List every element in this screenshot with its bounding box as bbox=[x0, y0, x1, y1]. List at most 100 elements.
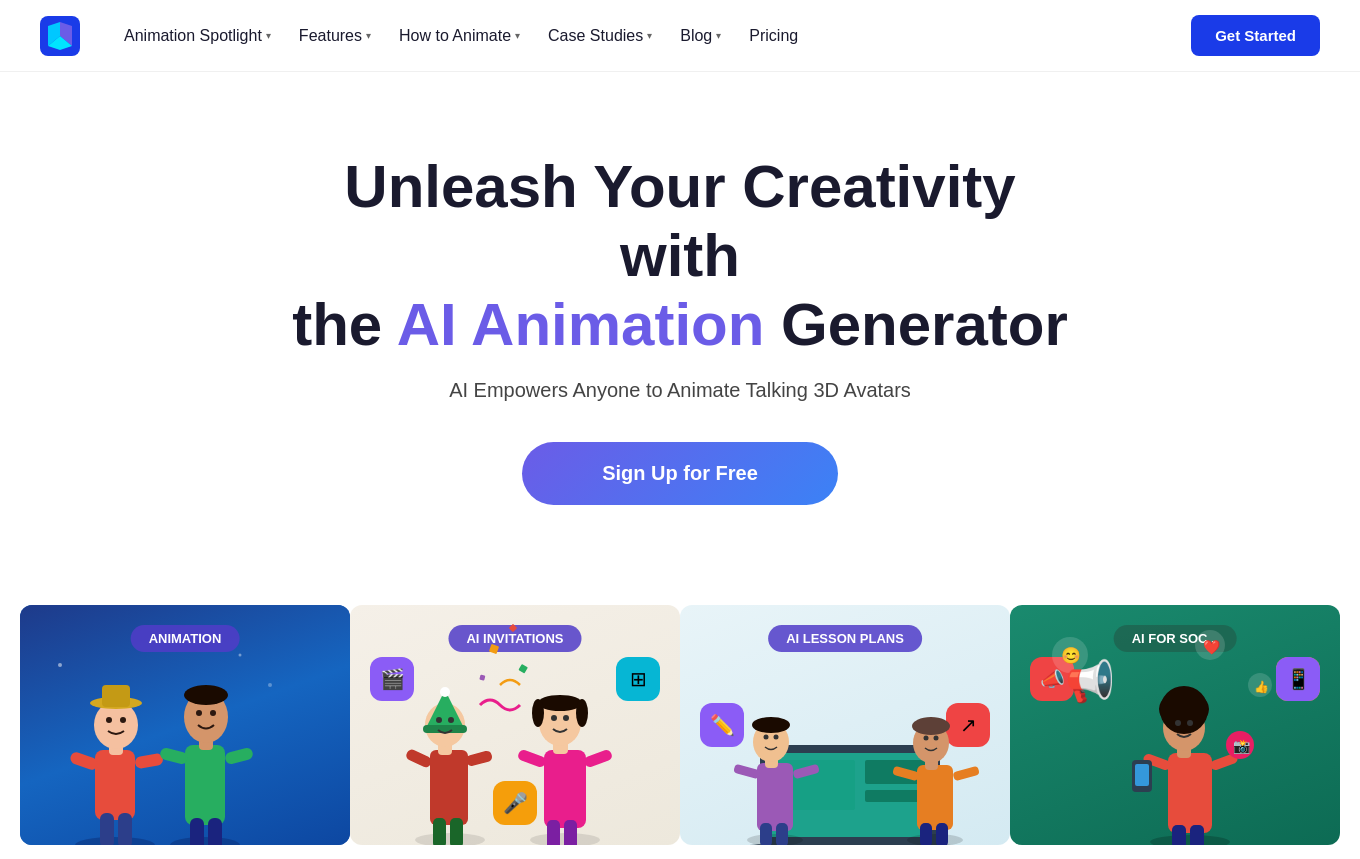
svg-rect-27 bbox=[190, 818, 204, 845]
chevron-down-icon: ▾ bbox=[647, 30, 652, 41]
nav-item-case-studies[interactable]: Case Studies ▾ bbox=[536, 19, 664, 53]
svg-rect-51 bbox=[517, 749, 547, 769]
chevron-down-icon: ▾ bbox=[366, 30, 371, 41]
card-animation-illustration bbox=[20, 605, 300, 845]
nav-label-case-studies: Case Studies bbox=[548, 27, 643, 45]
svg-point-22 bbox=[184, 685, 228, 705]
svg-point-1 bbox=[58, 663, 62, 667]
svg-point-70 bbox=[764, 735, 769, 740]
svg-rect-72 bbox=[733, 764, 760, 779]
svg-rect-53 bbox=[547, 820, 560, 845]
svg-text:❤️: ❤️ bbox=[1203, 639, 1221, 656]
signup-button[interactable]: Sign Up for Free bbox=[522, 442, 838, 505]
svg-rect-55 bbox=[489, 644, 499, 654]
card-lesson-plans-illustration bbox=[680, 605, 1010, 845]
svg-point-5 bbox=[239, 654, 242, 657]
svg-rect-66 bbox=[757, 763, 793, 831]
svg-rect-11 bbox=[102, 685, 130, 707]
card-animation[interactable]: ANIMATION bbox=[20, 605, 350, 845]
svg-point-24 bbox=[210, 710, 216, 716]
chevron-down-icon: ▾ bbox=[266, 30, 271, 41]
svg-rect-41 bbox=[450, 818, 463, 845]
svg-rect-43 bbox=[544, 750, 586, 828]
nav-item-blog[interactable]: Blog ▾ bbox=[668, 19, 733, 53]
svg-rect-106 bbox=[1172, 825, 1186, 845]
nav-label-pricing: Pricing bbox=[749, 27, 798, 45]
svg-point-23 bbox=[196, 710, 202, 716]
hero-title-line2-part1: the bbox=[292, 291, 396, 358]
svg-point-48 bbox=[532, 699, 544, 727]
nav-item-features[interactable]: Features ▾ bbox=[287, 19, 383, 53]
svg-rect-107 bbox=[1190, 825, 1204, 845]
svg-point-69 bbox=[752, 717, 790, 733]
svg-rect-86 bbox=[936, 823, 948, 845]
svg-point-71 bbox=[774, 735, 779, 740]
svg-rect-25 bbox=[159, 747, 189, 766]
svg-rect-26 bbox=[224, 747, 254, 766]
svg-rect-17 bbox=[118, 813, 132, 845]
svg-rect-38 bbox=[405, 748, 433, 769]
svg-point-2 bbox=[199, 634, 202, 637]
svg-rect-52 bbox=[583, 749, 613, 769]
svg-rect-105 bbox=[1135, 764, 1149, 786]
svg-rect-74 bbox=[760, 823, 772, 845]
svg-point-3 bbox=[268, 683, 272, 687]
nav-items: Animation Spotlight ▾ Features ▾ How to … bbox=[112, 19, 1191, 53]
nav-label-animation-spotlight: Animation Spotlight bbox=[124, 27, 262, 45]
svg-point-6 bbox=[75, 837, 155, 845]
svg-rect-63 bbox=[865, 790, 925, 802]
hero-title: Unleash Your Creativity with the AI Anim… bbox=[280, 152, 1080, 359]
svg-rect-75 bbox=[776, 823, 788, 845]
hero-title-line2-part2: Generator bbox=[764, 291, 1067, 358]
nav-label-features: Features bbox=[299, 27, 362, 45]
get-started-button[interactable]: Get Started bbox=[1191, 15, 1320, 56]
svg-rect-95 bbox=[1168, 753, 1212, 833]
chevron-down-icon: ▾ bbox=[716, 30, 721, 41]
card-ai-lesson-plans[interactable]: AI LESSON PLANS ✏️ ↗ bbox=[680, 605, 1010, 845]
nav-label-how-to-animate: How to Animate bbox=[399, 27, 511, 45]
svg-rect-7 bbox=[95, 750, 135, 820]
svg-point-100 bbox=[1175, 720, 1181, 726]
card-ai-invitations[interactable]: AI INVITATIONS 🎬 ⊞ 🎤 bbox=[350, 605, 680, 845]
svg-text:📸: 📸 bbox=[1233, 738, 1251, 755]
svg-point-50 bbox=[563, 715, 569, 721]
card-social-illustration: 😊 ❤️ 👍 📢 bbox=[1010, 605, 1300, 845]
svg-rect-30 bbox=[430, 750, 468, 825]
cards-section: ANIMATION bbox=[0, 545, 1360, 845]
nav-item-animation-spotlight[interactable]: Animation Spotlight ▾ bbox=[112, 19, 283, 53]
svg-rect-14 bbox=[69, 751, 99, 772]
svg-rect-28 bbox=[208, 818, 222, 845]
svg-rect-58 bbox=[479, 675, 485, 681]
svg-text:📢: 📢 bbox=[1065, 657, 1115, 705]
svg-point-18 bbox=[170, 837, 240, 845]
svg-rect-77 bbox=[917, 765, 953, 830]
svg-point-36 bbox=[436, 717, 442, 723]
nav-item-how-to-animate[interactable]: How to Animate ▾ bbox=[387, 19, 532, 53]
hero-section: Unleash Your Creativity with the AI Anim… bbox=[0, 72, 1360, 545]
svg-point-81 bbox=[924, 736, 929, 741]
svg-rect-56 bbox=[509, 624, 517, 632]
svg-point-46 bbox=[538, 695, 582, 711]
svg-rect-19 bbox=[185, 745, 225, 825]
svg-rect-34 bbox=[423, 725, 467, 733]
nav-item-pricing[interactable]: Pricing bbox=[737, 19, 810, 53]
svg-point-12 bbox=[106, 717, 112, 723]
card-ai-social[interactable]: AI FOR SOC... 🔔 📣 📱 😊 ❤️ 👍 📢 bbox=[1010, 605, 1340, 845]
svg-rect-15 bbox=[134, 753, 164, 770]
svg-point-99 bbox=[1160, 686, 1208, 734]
svg-point-49 bbox=[551, 715, 557, 721]
logo[interactable] bbox=[40, 16, 80, 56]
svg-point-35 bbox=[440, 687, 450, 697]
svg-point-80 bbox=[912, 717, 950, 735]
svg-rect-84 bbox=[952, 766, 979, 781]
hero-title-line1: Unleash Your Creativity with bbox=[344, 153, 1015, 289]
svg-rect-16 bbox=[100, 813, 114, 845]
hero-title-highlight: AI Animation bbox=[397, 291, 765, 358]
svg-point-82 bbox=[934, 736, 939, 741]
svg-rect-57 bbox=[518, 664, 528, 674]
nav-label-blog: Blog bbox=[680, 27, 712, 45]
svg-rect-85 bbox=[920, 823, 932, 845]
svg-point-37 bbox=[448, 717, 454, 723]
svg-text:👍: 👍 bbox=[1254, 679, 1269, 694]
svg-point-47 bbox=[576, 699, 588, 727]
